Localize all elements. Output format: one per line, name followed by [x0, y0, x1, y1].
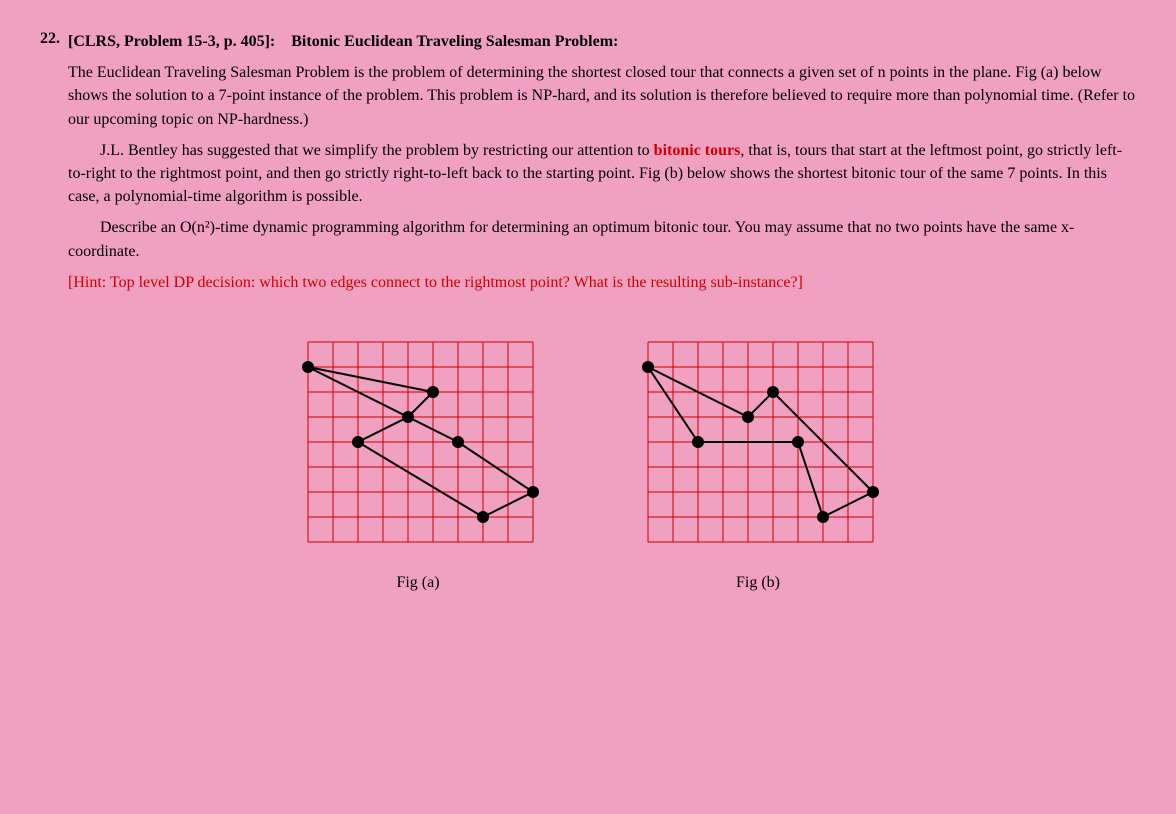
problem-number: 22.: [40, 30, 60, 302]
citation: [CLRS, Problem 15-3, p. 405]:: [68, 33, 275, 50]
figure-b-svg: [628, 332, 888, 562]
title: Bitonic Euclidean Traveling Salesman Pro…: [291, 33, 618, 50]
problem-container: 22. [CLRS, Problem 15-3, p. 405]: Bitoni…: [40, 30, 1136, 592]
fig-a-caption: Fig (a): [396, 574, 439, 592]
figure-b-container: Fig (b): [628, 332, 888, 592]
problem-title-line: [CLRS, Problem 15-3, p. 405]: Bitonic Eu…: [68, 30, 1136, 53]
paragraph-1: The Euclidean Traveling Salesman Problem…: [68, 61, 1136, 131]
para2-prefix: J.L. Bentley has suggested that we simpl…: [100, 142, 654, 159]
figure-a-svg: [288, 332, 548, 562]
fig-b-caption: Fig (b): [736, 574, 780, 592]
paragraph-2: J.L. Bentley has suggested that we simpl…: [68, 139, 1136, 209]
para2-highlight: bitonic tours: [654, 142, 741, 159]
hint-text: [Hint: Top level DP decision: which two …: [68, 271, 1136, 294]
problem-header: 22. [CLRS, Problem 15-3, p. 405]: Bitoni…: [40, 30, 1136, 302]
problem-text: [CLRS, Problem 15-3, p. 405]: Bitonic Eu…: [68, 30, 1136, 302]
figures-row: Fig (a): [40, 332, 1136, 592]
paragraph-3: Describe an O(n²)-time dynamic programmi…: [68, 216, 1136, 262]
figure-a-container: Fig (a): [288, 332, 548, 592]
